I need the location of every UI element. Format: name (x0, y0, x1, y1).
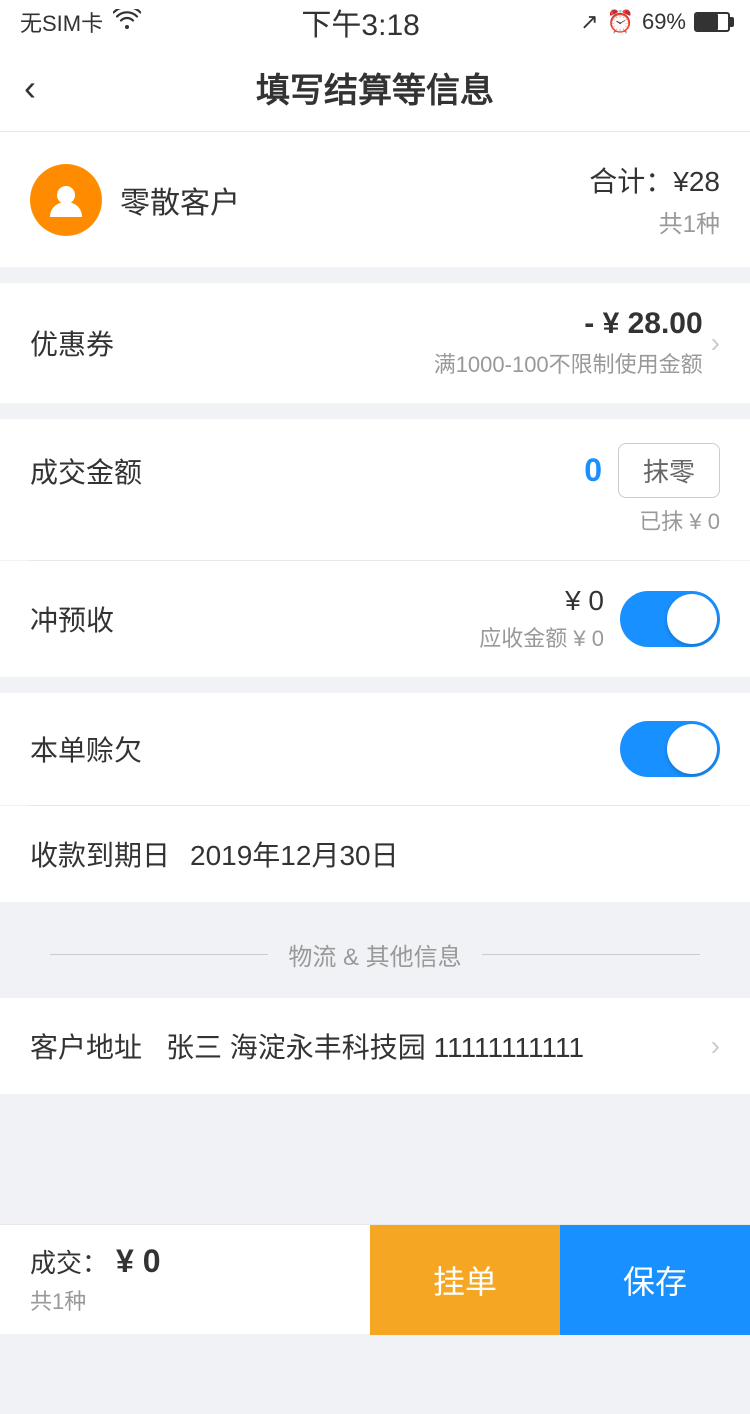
location-icon: ↗ (580, 9, 598, 35)
duedate-section: 收款到期日 2019年12月30日 (0, 806, 750, 902)
divider-5 (0, 990, 750, 998)
bottom-info: 成交： ¥ 0 共1种 (0, 1243, 370, 1316)
address-label: 客户地址 (30, 1026, 142, 1066)
prepay-amount: ¥ 0 (479, 585, 604, 617)
bottom-total-label: 成交： (30, 1243, 108, 1280)
page-title: 填写结算等信息 (256, 63, 494, 112)
customer-left: 零散客户 (30, 164, 240, 236)
customer-section: 零散客户 合计：¥28 共1种 (0, 132, 750, 267)
prepay-sub: 应收金额 ¥ 0 (479, 621, 604, 653)
prepay-toggle[interactable] (620, 591, 720, 647)
prepay-label: 冲预收 (30, 599, 114, 639)
coupon-desc: 满1000-100不限制使用金额 (434, 347, 703, 379)
hold-button[interactable]: 挂单 (370, 1225, 560, 1335)
credit-section: 本单赊欠 (0, 693, 750, 805)
wifi-icon (113, 9, 141, 35)
bottom-bar: 成交： ¥ 0 共1种 挂单 保存 (0, 1224, 750, 1334)
bottom-total-value: ¥ 0 (116, 1243, 160, 1280)
battery-icon (694, 12, 730, 32)
customer-right: 合计：¥28 共1种 (589, 160, 720, 239)
content: 零散客户 合计：¥28 共1种 优惠券 - ¥ 28.00 满1000-100不… (0, 132, 750, 1414)
logistics-line-left (50, 954, 268, 955)
round-button[interactable]: 抹零 (618, 443, 720, 498)
duedate-label: 收款到期日 (30, 834, 170, 874)
prepay-amount-block: ¥ 0 应收金额 ¥ 0 (479, 585, 604, 653)
coupon-amount: - ¥ 28.00 (434, 307, 703, 341)
sim-label: 无SIM卡 (20, 6, 103, 38)
status-bar: 无SIM卡 下午3:18 ↗ ⏰ 69% (0, 0, 750, 44)
logistics-header-inner: 物流 & 其他信息 (0, 937, 750, 972)
divider-1 (0, 267, 750, 283)
back-button[interactable]: ‹ (24, 67, 36, 109)
coupon-chevron-icon: › (711, 327, 720, 359)
logistics-header: 物流 & 其他信息 (0, 918, 750, 990)
customer-name: 零散客户 (120, 178, 240, 222)
transaction-value: 0 (584, 452, 602, 489)
address-section[interactable]: 客户地址 张三 海淀永丰科技园 11111111111 › (0, 998, 750, 1094)
divider-3 (0, 677, 750, 693)
coupon-label: 优惠券 (30, 323, 114, 363)
duedate-value: 2019年12月30日 (190, 834, 399, 874)
prepay-section: 冲预收 ¥ 0 应收金额 ¥ 0 (0, 561, 750, 677)
address-value: 张三 海淀永丰科技园 11111111111 (166, 1026, 703, 1066)
nav-bar: ‹ 填写结算等信息 (0, 44, 750, 132)
coupon-section[interactable]: 优惠券 - ¥ 28.00 满1000-100不限制使用金额 › (0, 283, 750, 403)
credit-label: 本单赊欠 (30, 729, 142, 769)
save-button[interactable]: 保存 (560, 1225, 750, 1335)
prepay-right: ¥ 0 应收金额 ¥ 0 (479, 585, 720, 653)
transaction-row: 成交金额 0 抹零 (30, 443, 720, 498)
credit-toggle[interactable] (620, 721, 720, 777)
address-chevron-icon: › (711, 1030, 720, 1062)
status-right: ↗ ⏰ 69% (580, 9, 730, 35)
customer-total: 合计：¥28 (589, 160, 720, 200)
avatar (30, 164, 102, 236)
divider-2 (0, 403, 750, 419)
alarm-icon: ⏰ (607, 9, 634, 35)
status-time: 下午3:18 (301, 0, 419, 44)
logistics-header-text: 物流 & 其他信息 (288, 937, 461, 972)
transaction-section: 成交金额 0 抹零 已抹 ¥ 0 (0, 419, 750, 560)
battery-value: 69% (642, 9, 686, 35)
bottom-count: 共1种 (30, 1284, 340, 1316)
coupon-right: - ¥ 28.00 满1000-100不限制使用金额 (434, 307, 703, 379)
prepay-row: 冲预收 ¥ 0 应收金额 ¥ 0 (30, 585, 720, 653)
logistics-line-right (482, 954, 700, 955)
status-left: 无SIM卡 (20, 6, 141, 38)
transaction-sub: 已抹 ¥ 0 (30, 504, 720, 536)
transaction-right: 0 抹零 (584, 443, 720, 498)
customer-count: 共1种 (589, 204, 720, 239)
divider-4 (0, 902, 750, 918)
transaction-label: 成交金额 (30, 451, 142, 491)
